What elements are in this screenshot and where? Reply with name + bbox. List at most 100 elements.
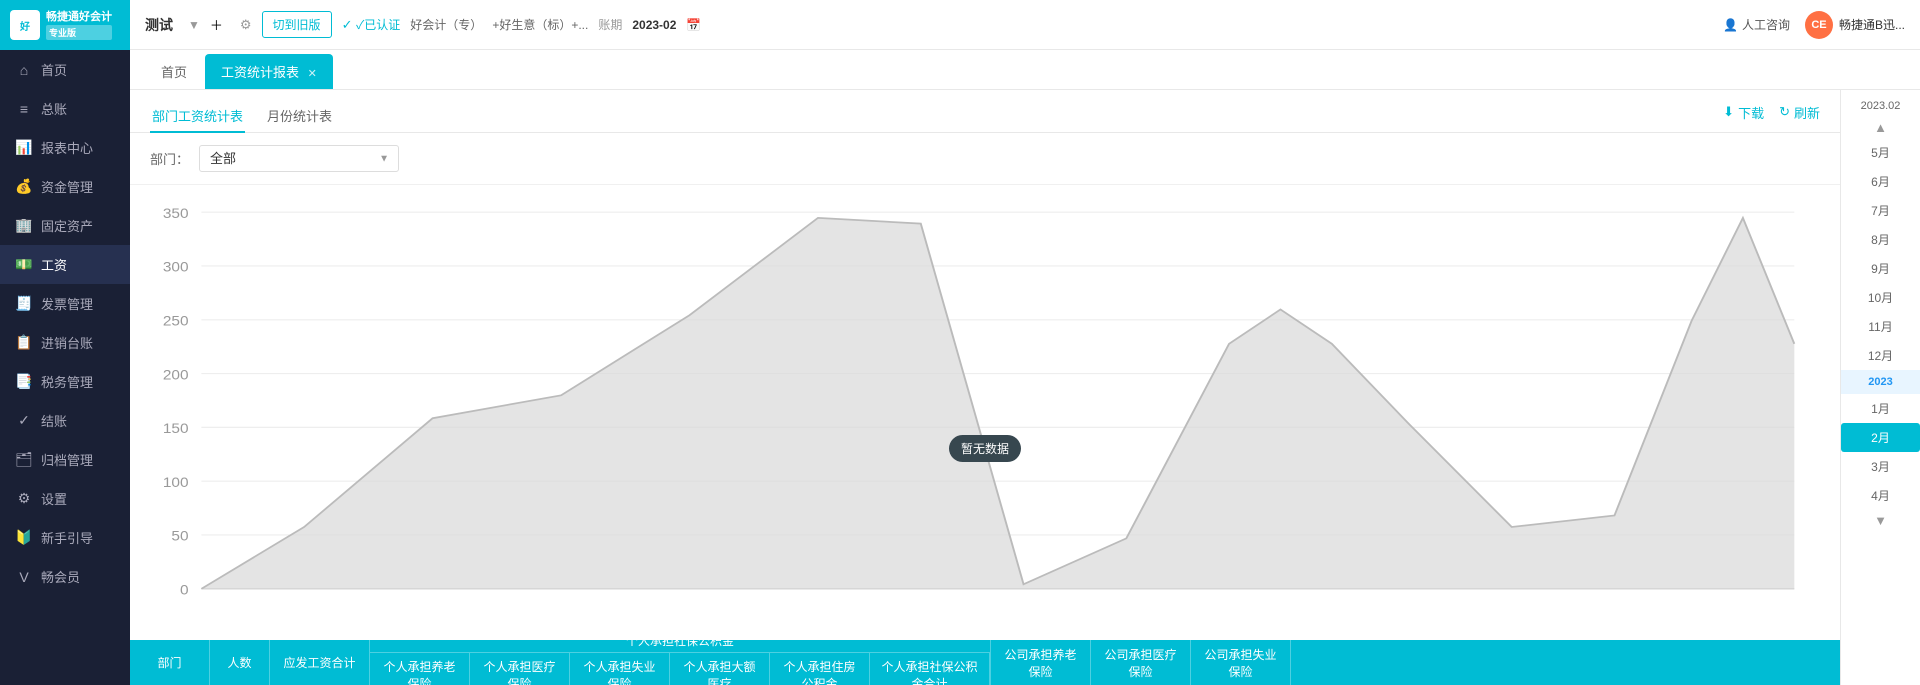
settings-gear-icon[interactable]: ⚙ [240,17,252,33]
check-icon: ✓ [342,17,353,32]
sidebar-item-ledger[interactable]: ≡ 总账 [0,89,130,128]
svg-text:300: 300 [163,260,189,275]
tabs-bar: 首页 工资统计报表 ✕ [130,50,1920,90]
sidebar-item-guide-label: 新手引导 [41,528,93,547]
svg-text:50: 50 [171,529,188,544]
sidebar-item-invoice-label: 发票管理 [41,294,93,313]
th-people: 人数 [210,640,270,685]
sales-icon: 📋 [15,334,33,351]
sub-tab-monthly-label: 月份统计表 [267,109,332,124]
period-label: 账期 [598,16,622,33]
avatar-initials: CE [1811,19,1826,31]
sidebar-item-member[interactable]: V 畅会员 [0,557,130,596]
date-month-jul[interactable]: 7月 [1841,196,1920,225]
help-icon: 👤 [1723,18,1738,32]
sidebar-item-reports[interactable]: 📊 报表中心 [0,128,130,167]
chart-area: 350 300 250 200 150 100 50 0 [130,185,1840,640]
date-month-jan[interactable]: 1月 [1841,394,1920,423]
guide-icon: 🔰 [15,529,33,546]
sidebar-item-settings-label: 设置 [41,489,67,508]
ledger-icon: ≡ [15,101,33,117]
sidebar-item-funds-label: 资金管理 [41,177,93,196]
date-month-jun[interactable]: 6月 [1841,167,1920,196]
dept-filter-label: 部门： [150,149,189,168]
settings-icon: ⚙ [15,490,33,507]
company-arrow-icon: ▼ [188,18,200,32]
app-name: 畅捷通好会计 [46,10,112,24]
main-area: 测试 ▼ ＋ ⚙ 切到旧版 ✓ ✓已认证 好会计（专） +好生意（标）+... … [130,0,1920,685]
svg-text:0: 0 [180,583,189,598]
svg-text:200: 200 [163,368,189,383]
th-company-medical: 公司承担医疗保险 [1091,640,1191,685]
sub-tabs-left: 部门工资统计表 月份统计表 [150,100,334,132]
date-month-nov[interactable]: 11月 [1841,312,1920,341]
table-header-row: 部门 人数 应发工资合计 个人承担社保公积金 个人承担养老保险 个人承担医疗保险… [130,640,1840,685]
sub-tab-dept-label: 部门工资统计表 [152,109,243,124]
add-icon[interactable]: ＋ [210,15,230,34]
help-btn[interactable]: 👤 人工咨询 [1723,16,1790,33]
date-year-display: 2023.02 [1856,95,1906,117]
sidebar-item-home[interactable]: ⌂ 首页 [0,50,130,89]
sidebar-item-guide[interactable]: 🔰 新手引导 [0,518,130,557]
th-personal-pension: 个人承担养老保险 [370,653,470,685]
topbar: 测试 ▼ ＋ ⚙ 切到旧版 ✓ ✓已认证 好会计（专） +好生意（标）+... … [130,0,1920,50]
calendar-icon[interactable]: 📅 [686,18,701,32]
tax-icon: 📑 [15,373,33,390]
switch-old-btn[interactable]: 切到旧版 [262,11,332,38]
user-menu[interactable]: CE 畅捷通B迅... [1805,11,1905,39]
assets-icon: 🏢 [15,217,33,234]
sub-tab-monthly[interactable]: 月份统计表 [265,100,334,133]
chart-svg: 350 300 250 200 150 100 50 0 [150,195,1820,630]
date-nav-down[interactable]: ▼ [1841,510,1920,531]
dept-filter-select[interactable]: 全部 部门1 部门2 [199,145,399,172]
sidebar-item-reports-label: 报表中心 [41,138,93,157]
filter-bar: 部门： 全部 部门1 部门2 [130,133,1840,185]
sidebar-item-salary[interactable]: 💵 工资 [0,245,130,284]
svg-text:150: 150 [163,422,189,437]
sidebar-item-home-label: 首页 [41,60,67,79]
date-month-oct[interactable]: 10月 [1841,283,1920,312]
sidebar-item-archive[interactable]: 🗂 归档管理 [0,440,130,479]
tab-close-icon[interactable]: ✕ [308,68,317,80]
sidebar-item-sales[interactable]: 📋 进销台账 [0,323,130,362]
archive-icon: 🗂 [15,451,33,468]
content-area: 部门工资统计表 月份统计表 ⬇ 下载 ↻ 刷新 [130,90,1920,685]
th-personal-large-medical: 个人承担大额医疗 [670,653,770,685]
date-nav-up[interactable]: ▲ [1841,117,1920,138]
home-icon: ⌂ [15,62,33,78]
sidebar-item-assets-label: 固定资产 [41,216,93,235]
app-edition: 专业版 [46,25,112,40]
date-month-feb[interactable]: 2月 [1841,423,1920,452]
svg-text:100: 100 [163,476,189,491]
sidebar-item-tax[interactable]: 📑 税务管理 [0,362,130,401]
reports-icon: 📊 [15,139,33,156]
date-month-may[interactable]: 5月 [1841,138,1920,167]
sidebar-item-settings[interactable]: ⚙ 设置 [0,479,130,518]
date-month-apr[interactable]: 4月 [1841,481,1920,510]
tab-home[interactable]: 首页 [145,54,203,89]
help-label: 人工咨询 [1742,16,1790,33]
date-month-mar[interactable]: 3月 [1841,452,1920,481]
tab-home-label: 首页 [161,65,187,80]
sub-tab-dept[interactable]: 部门工资统计表 [150,100,245,133]
tab-salary-report[interactable]: 工资统计报表 ✕ [205,54,333,89]
sidebar-item-assets[interactable]: 🏢 固定资产 [0,206,130,245]
sidebar-item-member-label: 畅会员 [41,567,80,586]
sidebar-item-funds[interactable]: 💰 资金管理 [0,167,130,206]
status-tags: +好生意（标）+... [492,16,588,33]
th-personal-housing: 个人承担住房公积金 [770,653,870,685]
sidebar-item-checkout[interactable]: ✓ 结账 [0,401,130,440]
download-btn[interactable]: ⬇ 下载 [1723,103,1764,122]
funds-icon: 💰 [15,178,33,195]
refresh-btn[interactable]: ↻ 刷新 [1779,103,1820,122]
status-good: 好会计（专） [410,16,482,33]
left-panel: 部门工资统计表 月份统计表 ⬇ 下载 ↻ 刷新 [130,90,1840,685]
sidebar-item-invoice[interactable]: 🧾 发票管理 [0,284,130,323]
date-picker-panel: 2023.02 ▲ 5月 6月 7月 8月 9月 10月 11月 12月 202… [1840,90,1920,685]
svg-text:250: 250 [163,314,189,329]
date-month-sep[interactable]: 9月 [1841,254,1920,283]
date-month-aug[interactable]: 8月 [1841,225,1920,254]
date-month-dec[interactable]: 12月 [1841,341,1920,370]
company-name: 测试 [145,15,173,35]
date-year-value: 2023.02 [1861,100,1901,112]
